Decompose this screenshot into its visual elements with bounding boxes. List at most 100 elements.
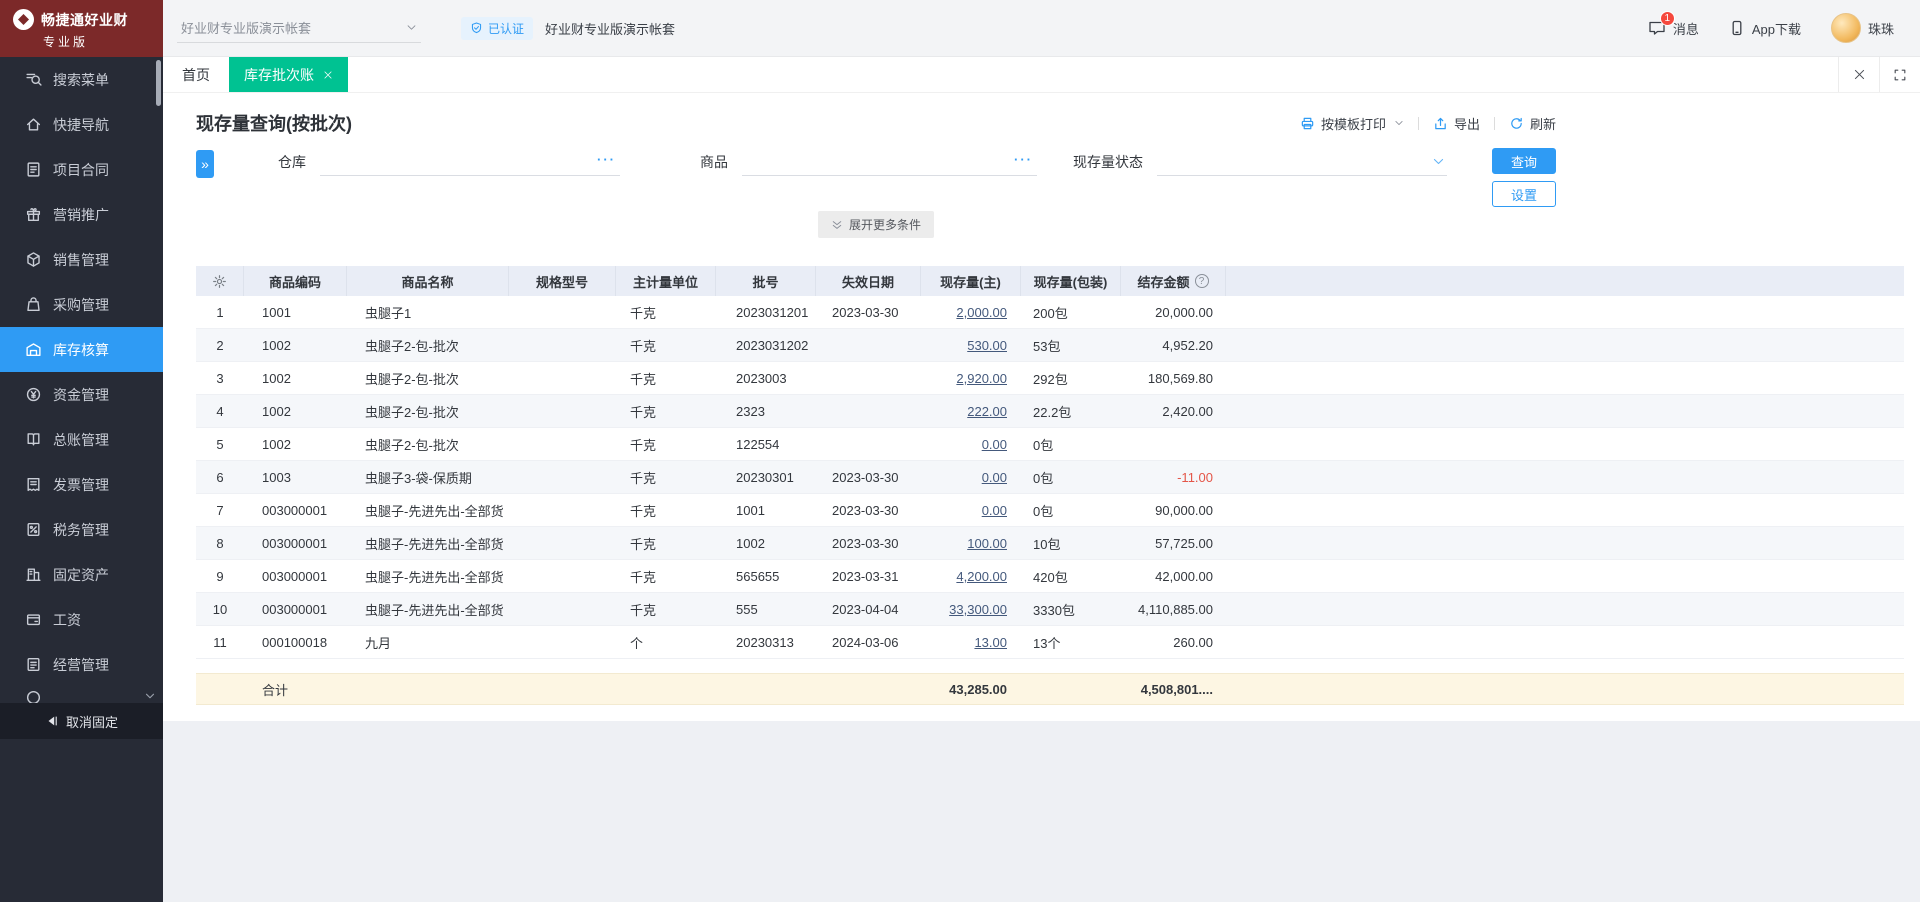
stock-status-label: 现存量状态 [1073,154,1143,170]
print-by-template-button[interactable]: 按模板打印 [1300,114,1404,133]
sidebar-item-general-ledger[interactable]: 总账管理 [0,417,163,462]
column-config-button[interactable] [196,266,244,296]
table-row: 9 003000001 虫腿子-先进先出-全部货 千克 565655 2023-03-31… [196,560,1904,593]
warehouse-input[interactable]: ··· [320,148,620,176]
fullscreen-button[interactable] [1879,57,1920,92]
qty-drilldown-link[interactable]: 100.00 [967,536,1007,551]
logo-subtitle: 专业版 [43,35,89,49]
print-label: 按模板打印 [1320,116,1386,132]
picker-dots-icon[interactable]: ··· [597,152,620,171]
cell-qty-package: 0包 [1033,503,1054,519]
picker-dots-icon[interactable]: ··· [1014,152,1037,171]
settings-button[interactable]: 设置 [1492,181,1556,207]
table-body: 1 1001 虫腿子1 千克 2023031201 2023-03-30 2,000.00 2… [196,296,1904,659]
sidebar-item-funds[interactable]: 资金管理 [0,372,163,417]
cell-unit: 千克 [630,437,657,453]
message-bubble-icon: 1 [1648,11,1675,37]
sidebar-item-project-contract[interactable]: 项目合同 [0,147,163,192]
sidebar-item-tax[interactable]: 税务管理 [0,507,163,552]
help-icon[interactable]: ? [1194,274,1209,288]
col-header-filler [1226,266,1904,296]
cell-product-name: 虫腿子1 [365,305,412,321]
qty-drilldown-link[interactable]: 0.00 [982,470,1007,485]
sidebar-partial-item [0,687,163,703]
sidebar-scroll-down-icon[interactable] [143,689,157,703]
menu-item-icon [25,689,42,703]
qty-drilldown-link[interactable]: 4,200.00 [956,569,1007,584]
cell-product-code: 1002 [262,403,291,419]
col-header-expiry[interactable]: 失效日期 [816,266,921,296]
close-tabs-button[interactable] [1838,57,1879,92]
sidebar-item-search-menu[interactable]: 搜索菜单 [0,57,163,102]
app-logo[interactable]: 畅捷通好业财 专业版 [0,0,163,57]
col-header-spec[interactable]: 规格型号 [509,266,616,296]
refresh-label: 刷新 [1529,116,1556,132]
col-header-qty-main[interactable]: 现存量(主) [921,266,1021,296]
col-header-amount[interactable]: 结存金额 ? [1121,266,1226,296]
product-input[interactable]: ··· [742,148,1037,176]
funds-icon [25,386,42,403]
tab-close-icon[interactable] [323,70,333,80]
cell-qty-package: 22.2包 [1033,404,1072,420]
unpin-sidebar-button[interactable]: 取消固定 [0,703,163,739]
messages-button[interactable]: 1 消息 [1648,11,1699,38]
sidebar-item-sales[interactable]: 销售管理 [0,237,163,282]
qty-drilldown-link[interactable]: 2,920.00 [956,371,1007,386]
col-header-product-name[interactable]: 商品名称 [347,266,509,296]
table-row: 6 1003 虫腿子3-袋-保质期 千克 20230301 2023-03-30 0.00 0… [196,461,1904,494]
qty-drilldown-link[interactable]: 33,300.00 [949,602,1007,617]
sidebar-item-inventory-accounting[interactable]: 库存核算 [0,327,163,372]
toolbar-divider [1493,116,1495,130]
cell-amount: 4,952.20 [1162,337,1213,353]
cell-amount: 42,000.00 [1155,568,1213,584]
stock-status-select[interactable] [1157,148,1447,176]
qty-drilldown-link[interactable]: 13.00 [974,635,1007,650]
tab-home[interactable]: 首页 [163,57,229,92]
page-content: 现存量查询(按批次) 按模板打印 导出 刷新 » 仓库 ··· 商品 ··· 现… [163,93,1920,721]
sidebar-filler [0,739,163,902]
export-button[interactable]: 导出 [1433,114,1480,133]
col-header-batch[interactable]: 批号 [716,266,816,296]
col-header-unit[interactable]: 主计量单位 [616,266,716,296]
cell-product-name: 虫腿子-先进先出-全部货 [365,503,504,519]
sidebar-item-invoice[interactable]: 发票管理 [0,462,163,507]
qty-drilldown-link[interactable]: 530.00 [967,338,1007,353]
printer-icon [1300,116,1315,131]
qty-drilldown-link[interactable]: 222.00 [967,404,1007,419]
sidebar-scrollbar-thumb[interactable] [156,60,161,106]
qty-drilldown-link[interactable]: 0.00 [982,437,1007,452]
cell-expiry-date: 2023-04-04 [832,601,899,617]
user-menu[interactable]: 珠珠 [1830,13,1894,43]
page-title: 现存量查询(按批次) [196,114,352,134]
sidebar-item-fixed-assets[interactable]: 固定资产 [0,552,163,597]
cell-qty-package: 0包 [1033,470,1054,486]
account-set-value: 好业财专业版演示帐套 [181,21,312,36]
cell-unit: 千克 [630,371,657,387]
qty-drilldown-link[interactable]: 2,000.00 [956,305,1007,320]
sidebar-item-purchase[interactable]: 采购管理 [0,282,163,327]
sidebar-item-salary[interactable]: 工资 [0,597,163,642]
refresh-button[interactable]: 刷新 [1509,114,1556,133]
sidebar-item-marketing[interactable]: 营销推广 [0,192,163,237]
cell-batch: 565655 [736,568,780,584]
tab-inventory-batch[interactable]: 库存批次账 [229,57,348,92]
messages-label: 消息 [1672,21,1699,37]
query-button[interactable]: 查询 [1492,148,1556,174]
collapse-filters-button[interactable]: » [196,150,214,178]
inventory-accounting-icon [25,341,42,358]
app-download-button[interactable]: App下载 [1729,19,1801,38]
col-header-product-code[interactable]: 商品编码 [244,266,347,296]
sales-icon [25,251,42,268]
chevron-down-icon [406,22,417,33]
col-header-qty-package[interactable]: 现存量(包装) [1021,266,1121,296]
qty-drilldown-link[interactable]: 0.00 [982,503,1007,518]
account-set-select[interactable]: 好业财专业版演示帐套 [177,13,421,43]
logo-title: 畅捷通好业财 [41,11,128,28]
expand-more-filters-button[interactable]: 展开更多条件 [817,211,934,238]
cell-amount: 2,420.00 [1162,403,1213,419]
sidebar-item-operations[interactable]: 经营管理 [0,642,163,687]
cell-product-name: 虫腿子-先进先出-全部货 [365,602,504,618]
cell-unit: 个 [630,635,644,651]
cell-product-name: 虫腿子3-袋-保质期 [365,470,472,486]
sidebar-item-quick-nav[interactable]: 快捷导航 [0,102,163,147]
